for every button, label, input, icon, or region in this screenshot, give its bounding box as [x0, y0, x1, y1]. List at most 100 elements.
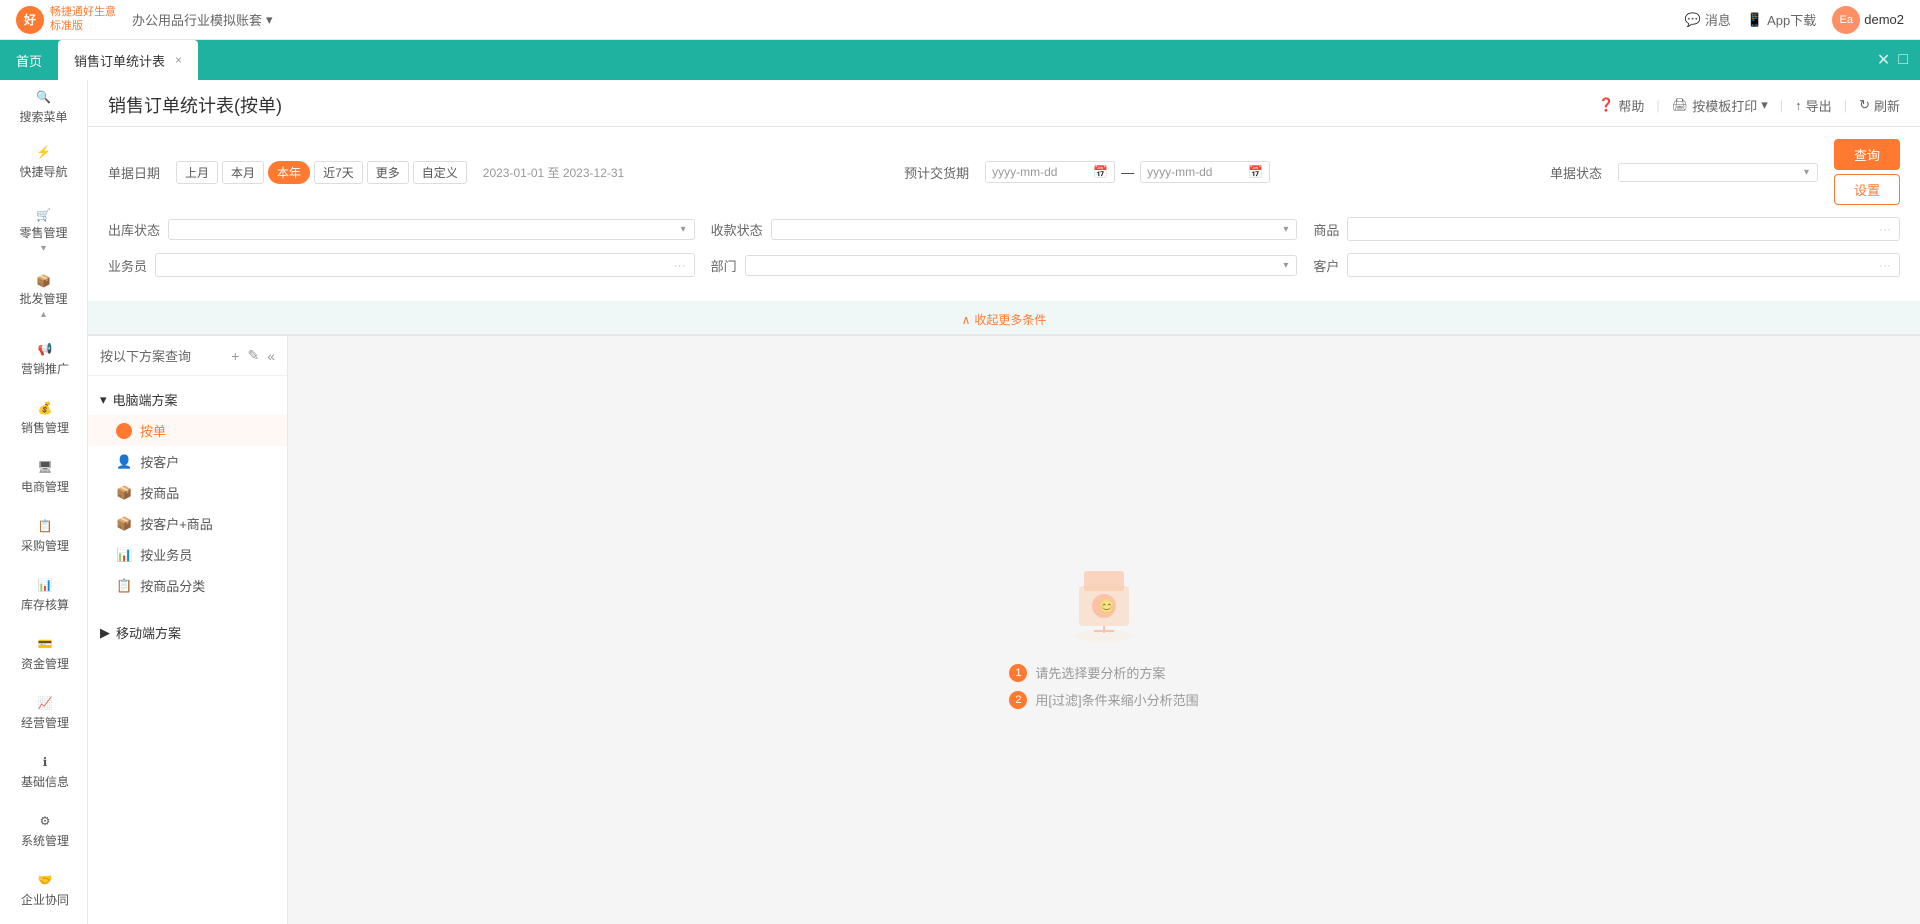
user-name: demo2	[1864, 12, 1904, 27]
sidebar-item-inventory[interactable]: 📊 库存核算	[0, 566, 87, 625]
date-btn-more[interactable]: 更多	[367, 161, 409, 184]
sidebar-item-retail[interactable]: 🛒 零售管理 ▾	[0, 198, 87, 264]
enterprise-label: 企业协同	[21, 891, 69, 908]
hint-1-num: 1	[1009, 664, 1027, 682]
outbound-filter: 出库状态 ▾	[108, 219, 695, 240]
template-print-btn[interactable]: 🖨 按模板打印 ▾	[1672, 96, 1768, 115]
date-separator: —	[1121, 165, 1134, 180]
date-btn-this-month[interactable]: 本月	[222, 161, 264, 184]
left-panel-actions: + ✎ «	[231, 347, 275, 364]
status-select[interactable]: ▾	[1618, 163, 1818, 182]
sidebar-item-operations[interactable]: 📈 经营管理	[0, 684, 87, 743]
scheme-item-by-goods[interactable]: 📦 按商品	[88, 477, 287, 508]
user-avatar: Ea	[1832, 6, 1860, 34]
empty-illustration: 😊	[1054, 551, 1154, 651]
empty-hints: 1 请先选择要分析的方案 2 用[过滤]条件来缩小分析范围	[1009, 663, 1198, 709]
quick-nav-icon: ⚡	[36, 145, 51, 159]
scheme-item-by-order[interactable]: 按单	[88, 415, 287, 446]
page-header: 销售订单统计表(按单) ❓ 帮助 | 🖨 按模板打印 ▾ | ↑	[88, 80, 1920, 127]
query-button[interactable]: 查询	[1834, 139, 1900, 170]
scheme-item-by-customer-goods[interactable]: 📦 按客户+商品	[88, 508, 287, 539]
mobile-scheme-section: ▶ 移动端方案	[88, 609, 287, 656]
left-panel-edit-icon[interactable]: ✎	[247, 347, 259, 364]
breadcrumb-text: 办公用品行业模拟账套	[132, 10, 262, 29]
search-label: 搜索菜单	[19, 108, 67, 125]
collapse-btn[interactable]: ∧ 收起更多条件	[962, 311, 1047, 328]
help-btn[interactable]: ❓ 帮助	[1598, 96, 1644, 115]
sidebar-item-basic[interactable]: ℹ 基础信息	[0, 743, 87, 802]
outbound-select[interactable]: ▾	[168, 219, 695, 240]
date-btn-last-month[interactable]: 上月	[176, 161, 218, 184]
by-customer-goods-icon: 📦	[116, 516, 132, 532]
export-btn[interactable]: ↑ 导出	[1795, 96, 1832, 115]
filter-inner: 单据日期 上月 本月 本年 近7天 更多 自定义 2023-01-01 至 20…	[88, 127, 1920, 301]
delivery-start-text: yyyy-mm-dd	[992, 165, 1057, 179]
tab-sales-order-stats[interactable]: 销售订单统计表 ×	[58, 40, 198, 80]
wholesale-icon: 📦	[36, 274, 51, 288]
salesperson-dots-icon[interactable]: ···	[674, 258, 686, 272]
goods-input[interactable]: ···	[1347, 217, 1900, 241]
export-icon: ↑	[1795, 98, 1802, 113]
sidebar-item-marketing[interactable]: 📢 营销推广	[0, 330, 87, 389]
sidebar-item-finance[interactable]: 💳 资金管理	[0, 625, 87, 684]
scheme-item-by-salesperson[interactable]: 📊 按业务员	[88, 539, 287, 570]
left-panel: 按以下方案查询 + ✎ « ▾ 电脑端方案 按单	[88, 336, 288, 924]
sidebar-item-wholesale[interactable]: 📦 批发管理 ▴	[0, 264, 87, 330]
user-area[interactable]: Ea demo2	[1832, 6, 1904, 34]
refresh-btn[interactable]: ↻ 刷新	[1859, 96, 1900, 115]
customer-input[interactable]: ···	[1347, 253, 1900, 277]
purchase-icon: 📋	[38, 519, 53, 533]
filter-row-2: 出库状态 ▾ 收款状态 ▾ 商品	[108, 217, 1900, 241]
operations-icon: 📈	[38, 696, 53, 710]
salesperson-filter: 业务员 ···	[108, 253, 695, 277]
app-download-action[interactable]: 📱 App下载	[1747, 10, 1816, 29]
tab-close-icon[interactable]: ×	[175, 53, 182, 67]
dept-label: 部门	[711, 256, 737, 275]
mobile-scheme-header[interactable]: ▶ 移动端方案	[88, 617, 287, 648]
sidebar-item-newbie[interactable]: 🎯 新手引导	[0, 920, 87, 924]
left-panel-collapse-icon[interactable]: «	[267, 348, 275, 364]
salesperson-input[interactable]: ···	[155, 253, 695, 277]
left-panel-add-icon[interactable]: +	[231, 348, 239, 364]
salesperson-label: 业务员	[108, 256, 147, 275]
sidebar-quick-nav[interactable]: ⚡ 快捷导航	[0, 135, 87, 190]
separator-1: |	[1656, 98, 1659, 113]
date-btn-7days[interactable]: 近7天	[314, 161, 363, 184]
sidebar-item-system[interactable]: ⚙ 系统管理	[0, 802, 87, 861]
sidebar-item-purchase[interactable]: 📋 采购管理	[0, 507, 87, 566]
hint-1-text: 请先选择要分析的方案	[1035, 663, 1165, 682]
pc-scheme-label: 电脑端方案	[113, 390, 178, 409]
customer-dots-icon[interactable]: ···	[1879, 258, 1891, 272]
scheme-item-by-category[interactable]: 📋 按商品分类	[88, 570, 287, 601]
win-maximize-icon[interactable]: □	[1898, 51, 1908, 69]
sidebar-item-ecommerce[interactable]: 🖥 电商管理	[0, 448, 87, 507]
breadcrumb-selector[interactable]: 办公用品行业模拟账套 ▾	[124, 8, 281, 31]
finance-icon: 💳	[38, 637, 53, 651]
delivery-date-start[interactable]: yyyy-mm-dd 📅	[985, 161, 1115, 183]
main-layout: 🔍 搜索菜单 ⚡ 快捷导航 🛒 零售管理 ▾ 📦 批发管理 ▴ 📢 营销推广 💰…	[0, 80, 1920, 924]
system-icon: ⚙	[40, 814, 51, 828]
win-close-icon[interactable]: ✕	[1877, 50, 1890, 70]
scheme-item-by-customer[interactable]: 👤 按客户	[88, 446, 287, 477]
sidebar-item-enterprise[interactable]: 🤝 企业协同	[0, 861, 87, 920]
goods-dots-icon[interactable]: ···	[1879, 222, 1891, 236]
message-action[interactable]: 💬 消息	[1685, 10, 1731, 29]
payment-select[interactable]: ▾	[771, 219, 1298, 240]
tab-home[interactable]: 首页	[0, 40, 58, 80]
operations-label: 经营管理	[21, 714, 69, 731]
hint-2-num: 2	[1009, 691, 1027, 709]
dept-select[interactable]: ▾	[745, 255, 1298, 276]
by-category-icon: 📋	[116, 578, 132, 594]
date-btn-this-year[interactable]: 本年	[268, 161, 310, 184]
top-bar: 好 畅捷通好生意 标准版 办公用品行业模拟账套 ▾ 💬 消息 📱 App下载 E…	[0, 0, 1920, 40]
pc-scheme-header[interactable]: ▾ 电脑端方案	[88, 384, 287, 415]
scheme-item-by-category-label: 按商品分类	[140, 576, 205, 595]
sidebar-search[interactable]: 🔍 搜索菜单	[0, 80, 87, 135]
delivery-date-end[interactable]: yyyy-mm-dd 📅	[1140, 161, 1270, 183]
date-btn-custom[interactable]: 自定义	[413, 161, 467, 184]
expected-delivery-picker: yyyy-mm-dd 📅 — yyyy-mm-dd 📅	[985, 161, 1270, 183]
sidebar-item-sales[interactable]: 💰 销售管理	[0, 389, 87, 448]
finance-label: 资金管理	[21, 655, 69, 672]
settings-button[interactable]: 设置	[1834, 174, 1900, 205]
message-label: 消息	[1705, 10, 1731, 29]
